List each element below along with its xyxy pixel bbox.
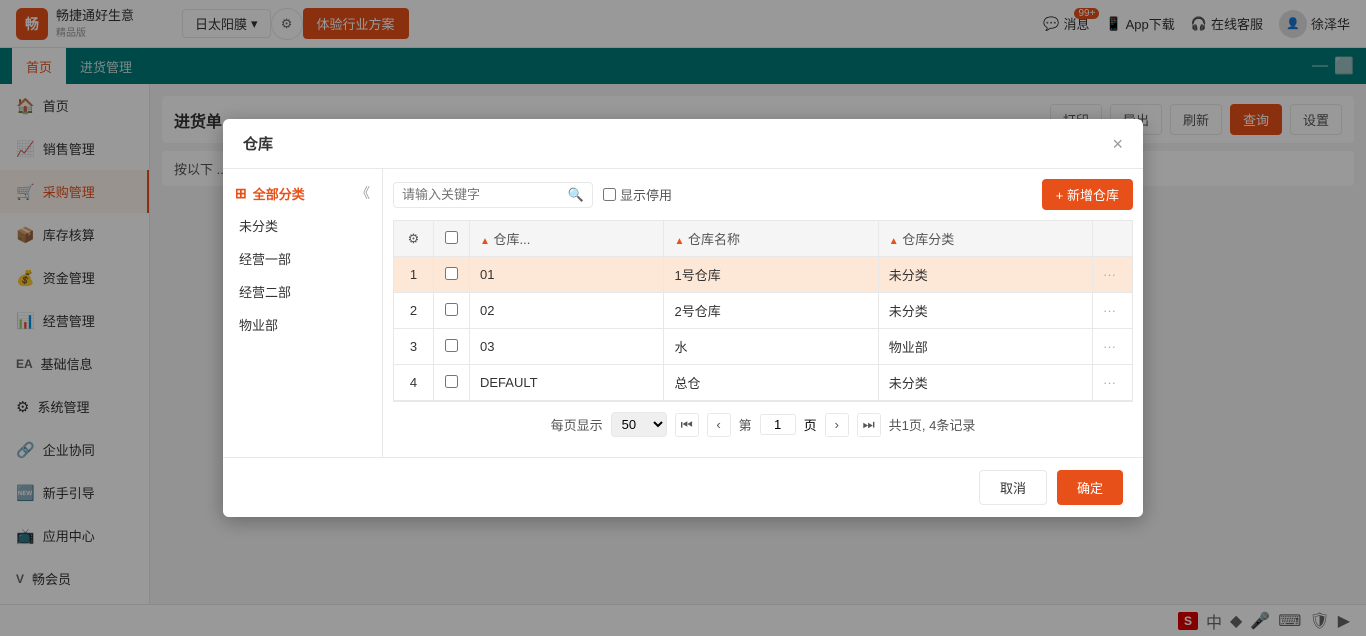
- row-checkbox-3[interactable]: [434, 329, 470, 365]
- all-categories-label: 全部分类: [253, 184, 305, 203]
- table-row: 1 01 1号仓库 未分类 ···: [394, 257, 1133, 293]
- search-input-wrap: 🔍: [393, 182, 593, 208]
- page-first-btn[interactable]: ⏮: [675, 413, 699, 437]
- modal-overlay: 仓库 × ⊞ 全部分类 《 未分类 经营一部: [0, 0, 1366, 636]
- sort-icon-code: ▲: [480, 236, 490, 247]
- modal-category-sidebar: ⊞ 全部分类 《 未分类 经营一部 经营二部 物业部: [223, 169, 383, 457]
- category-header: ⊞ 全部分类 《: [223, 177, 382, 209]
- warehouse-modal: 仓库 × ⊞ 全部分类 《 未分类 经营一部: [223, 119, 1143, 517]
- row-checkbox-2[interactable]: [434, 293, 470, 329]
- row-category-1: 未分类: [878, 257, 1092, 293]
- page-last-btn[interactable]: ⏭: [857, 413, 881, 437]
- row-category-4: 未分类: [878, 365, 1092, 401]
- page-unit: 页: [804, 415, 817, 434]
- col-warehouse-category: ▲ 仓库分类: [878, 221, 1092, 257]
- sort-icon-cat: ▲: [889, 236, 899, 247]
- row-more-3[interactable]: ···: [1093, 329, 1133, 365]
- warehouse-table: ⚙ ▲ 仓库... ▲: [393, 220, 1133, 401]
- row-code-3: 03: [470, 329, 664, 365]
- per-page-label: 每页显示: [551, 415, 603, 434]
- row-category-3: 物业部: [878, 329, 1092, 365]
- modal-footer: 取消 确定: [223, 457, 1143, 517]
- confirm-button[interactable]: 确定: [1057, 470, 1123, 505]
- page-label: 第: [739, 415, 752, 434]
- sort-icon-name: ▲: [674, 236, 684, 247]
- search-input[interactable]: [402, 187, 568, 202]
- row-num-4: 4: [394, 365, 434, 401]
- all-categories-btn[interactable]: ⊞ 全部分类: [235, 184, 305, 203]
- cat-grid-icon: ⊞: [235, 185, 247, 202]
- row-code-1: 01: [470, 257, 664, 293]
- page-prev-btn[interactable]: ‹: [707, 413, 731, 437]
- row-more-1[interactable]: ···: [1093, 257, 1133, 293]
- row-num-1: 1: [394, 257, 434, 293]
- category-item-unclassified[interactable]: 未分类: [223, 209, 382, 242]
- col-actions: [1093, 221, 1133, 257]
- modal-body: ⊞ 全部分类 《 未分类 经营一部 经营二部 物业部: [223, 169, 1143, 457]
- select-all-checkbox[interactable]: [445, 231, 458, 244]
- table-body: 1 01 1号仓库 未分类 ··· 2 02 2: [394, 257, 1133, 401]
- col-warehouse-name: ▲ 仓库名称: [664, 221, 878, 257]
- show-disabled-label[interactable]: 显示停用: [603, 185, 672, 204]
- row-code-2: 02: [470, 293, 664, 329]
- row-name-3: 水: [664, 329, 878, 365]
- row-more-4[interactable]: ···: [1093, 365, 1133, 401]
- col-gear: ⚙: [394, 221, 434, 257]
- modal-header: 仓库 ×: [223, 119, 1143, 169]
- row-more-2[interactable]: ···: [1093, 293, 1133, 329]
- table-header: ⚙ ▲ 仓库... ▲: [394, 221, 1133, 257]
- category-item-property[interactable]: 物业部: [223, 308, 382, 341]
- total-info: 共1页, 4条记录: [889, 415, 976, 434]
- row-num-3: 3: [394, 329, 434, 365]
- col-checkbox: [434, 221, 470, 257]
- row-name-4: 总仓: [664, 365, 878, 401]
- row-code-4: DEFAULT: [470, 365, 664, 401]
- modal-title: 仓库: [243, 133, 273, 154]
- row-name-2: 2号仓库: [664, 293, 878, 329]
- page-next-btn[interactable]: ›: [825, 413, 849, 437]
- row-num-2: 2: [394, 293, 434, 329]
- category-item-ops1[interactable]: 经营一部: [223, 242, 382, 275]
- pagination-bar: 每页显示 50 20 100 ⏮ ‹ 第 页 › ⏭ 共1页, 4条记录: [393, 401, 1133, 447]
- search-icon: 🔍: [568, 187, 584, 203]
- modal-table-content: 🔍 显示停用 + 新增仓库 ⚙: [383, 169, 1143, 457]
- table-row: 4 DEFAULT 总仓 未分类 ···: [394, 365, 1133, 401]
- add-warehouse-btn[interactable]: + 新增仓库: [1042, 179, 1133, 210]
- table-row: 2 02 2号仓库 未分类 ···: [394, 293, 1133, 329]
- page-input[interactable]: [760, 414, 796, 435]
- cancel-button[interactable]: 取消: [979, 470, 1047, 505]
- row-category-2: 未分类: [878, 293, 1092, 329]
- category-item-ops2[interactable]: 经营二部: [223, 275, 382, 308]
- row-checkbox-4[interactable]: [434, 365, 470, 401]
- modal-toolbar: 🔍 显示停用 + 新增仓库: [393, 179, 1133, 210]
- col-warehouse-code: ▲ 仓库...: [470, 221, 664, 257]
- row-checkbox-1[interactable]: [434, 257, 470, 293]
- show-disabled-checkbox[interactable]: [603, 188, 616, 201]
- modal-close-button[interactable]: ×: [1112, 135, 1123, 153]
- table-container: ⚙ ▲ 仓库... ▲: [393, 220, 1133, 401]
- collapse-sidebar-btn[interactable]: 《: [356, 183, 370, 203]
- table-row: 3 03 水 物业部 ···: [394, 329, 1133, 365]
- per-page-select[interactable]: 50 20 100: [611, 412, 667, 437]
- row-name-1: 1号仓库: [664, 257, 878, 293]
- gear-col-icon: ⚙: [408, 231, 420, 246]
